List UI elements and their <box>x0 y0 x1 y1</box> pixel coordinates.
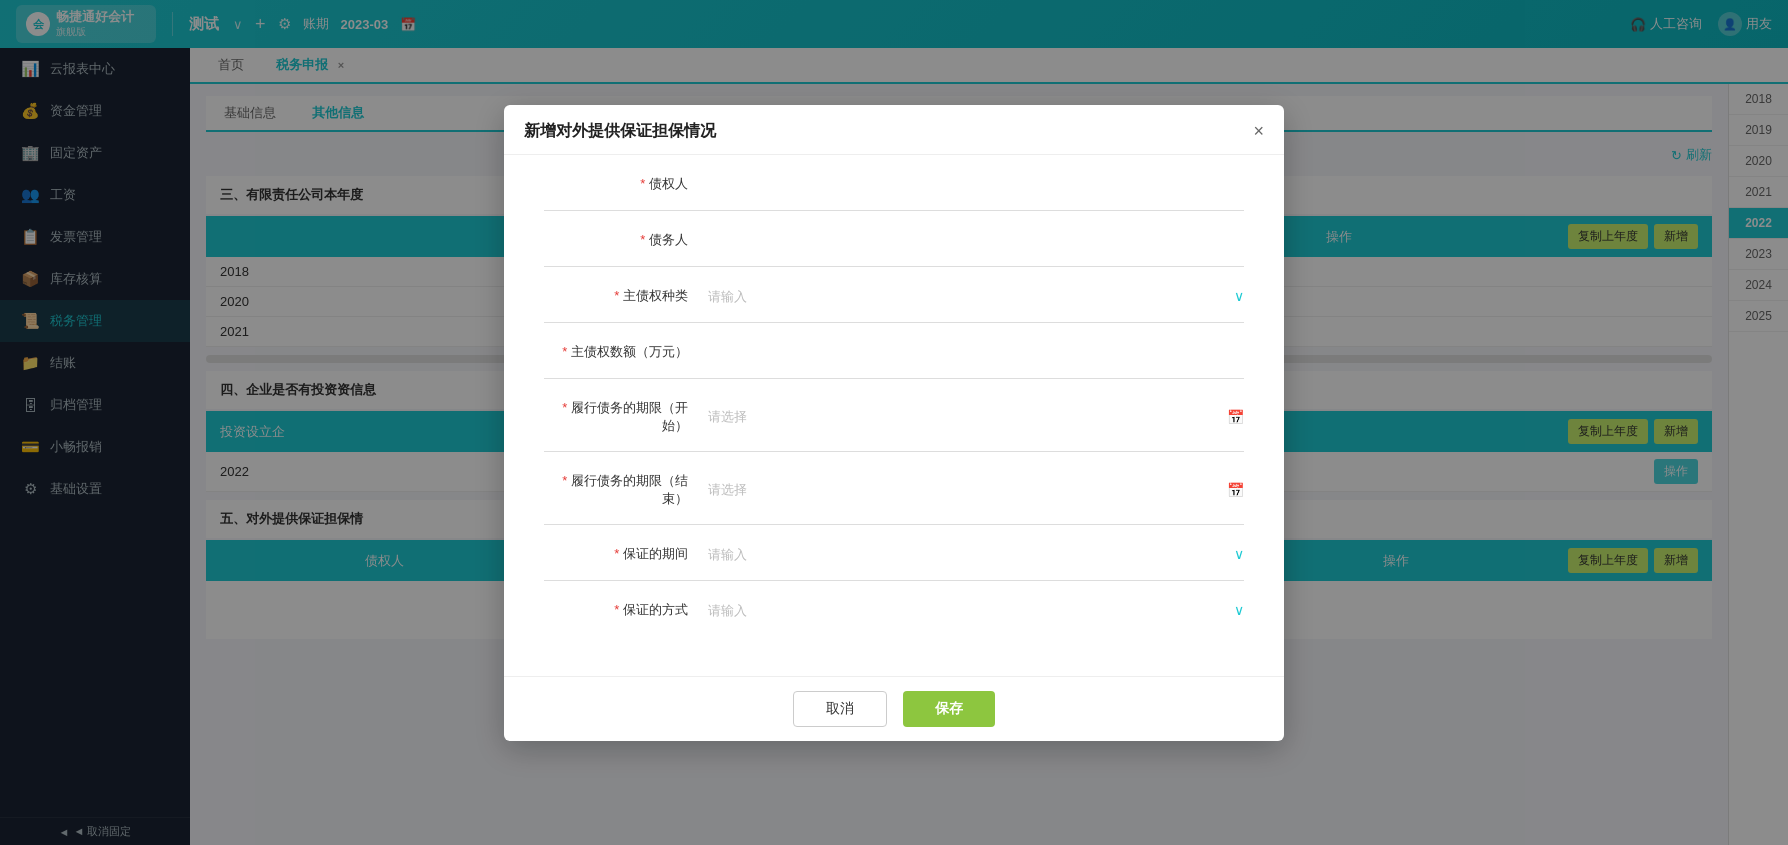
guarantee-period-chevron-icon[interactable]: ∨ <box>1234 546 1244 562</box>
guarantee-method-chevron-icon[interactable]: ∨ <box>1234 602 1244 618</box>
claim-amount-input[interactable] <box>704 343 1244 362</box>
form-row-period-end: * 履行债务的期限（结束） 📅 <box>544 472 1244 525</box>
form-row-guarantee-method: * 保证的方式 ∨ <box>544 601 1244 636</box>
form-row-guarantee-period: * 保证的期间 ∨ <box>544 545 1244 581</box>
form-field-creditor <box>704 175 1244 194</box>
calendar-start-icon[interactable]: 📅 <box>1227 409 1244 425</box>
modal-body: * 债权人 * 债务人 * <box>504 155 1284 676</box>
save-button[interactable]: 保存 <box>903 691 995 727</box>
debtor-input[interactable] <box>704 231 1244 250</box>
form-field-claim-type: ∨ <box>704 287 1244 306</box>
form-label-debtor: * 债务人 <box>544 231 704 249</box>
guarantee-period-input[interactable] <box>704 545 1234 564</box>
calendar-end-icon[interactable]: 📅 <box>1227 482 1244 498</box>
modal-overlay[interactable]: 新增对外提供保证担保情况 × * 债权人 * 债务人 <box>0 0 1788 845</box>
modal-dialog: 新增对外提供保证担保情况 × * 债权人 * 债务人 <box>504 105 1284 741</box>
form-row-claim-type: * 主债权种类 ∨ <box>544 287 1244 323</box>
form-label-creditor: * 债权人 <box>544 175 704 193</box>
form-field-guarantee-period: ∨ <box>704 545 1244 564</box>
creditor-input[interactable] <box>704 175 1244 194</box>
form-field-debtor <box>704 231 1244 250</box>
guarantee-method-input[interactable] <box>704 601 1234 620</box>
form-label-guarantee-method: * 保证的方式 <box>544 601 704 619</box>
form-row-debtor: * 债务人 <box>544 231 1244 267</box>
form-label-period-end: * 履行债务的期限（结束） <box>544 472 704 508</box>
form-label-claim-amount: * 主债权数额（万元） <box>544 343 704 361</box>
form-field-guarantee-method: ∨ <box>704 601 1244 620</box>
modal-header: 新增对外提供保证担保情况 × <box>504 105 1284 155</box>
claim-type-chevron-icon[interactable]: ∨ <box>1234 288 1244 304</box>
modal-footer: 取消 保存 <box>504 676 1284 741</box>
cancel-button[interactable]: 取消 <box>793 691 887 727</box>
form-label-claim-type: * 主债权种类 <box>544 287 704 305</box>
form-row-claim-amount: * 主债权数额（万元） <box>544 343 1244 379</box>
form-field-claim-amount <box>704 343 1244 362</box>
form-field-period-end: 📅 <box>704 480 1244 499</box>
form-field-period-start: 📅 <box>704 407 1244 426</box>
modal-title: 新增对外提供保证担保情况 <box>524 121 716 142</box>
form-label-guarantee-period: * 保证的期间 <box>544 545 704 563</box>
form-row-period-start: * 履行债务的期限（开始） 📅 <box>544 399 1244 452</box>
period-end-input[interactable] <box>704 480 1219 499</box>
modal-close-button[interactable]: × <box>1253 122 1264 140</box>
claim-type-input[interactable] <box>704 287 1234 306</box>
form-row-creditor: * 债权人 <box>544 175 1244 211</box>
form-label-period-start: * 履行债务的期限（开始） <box>544 399 704 435</box>
period-start-input[interactable] <box>704 407 1219 426</box>
